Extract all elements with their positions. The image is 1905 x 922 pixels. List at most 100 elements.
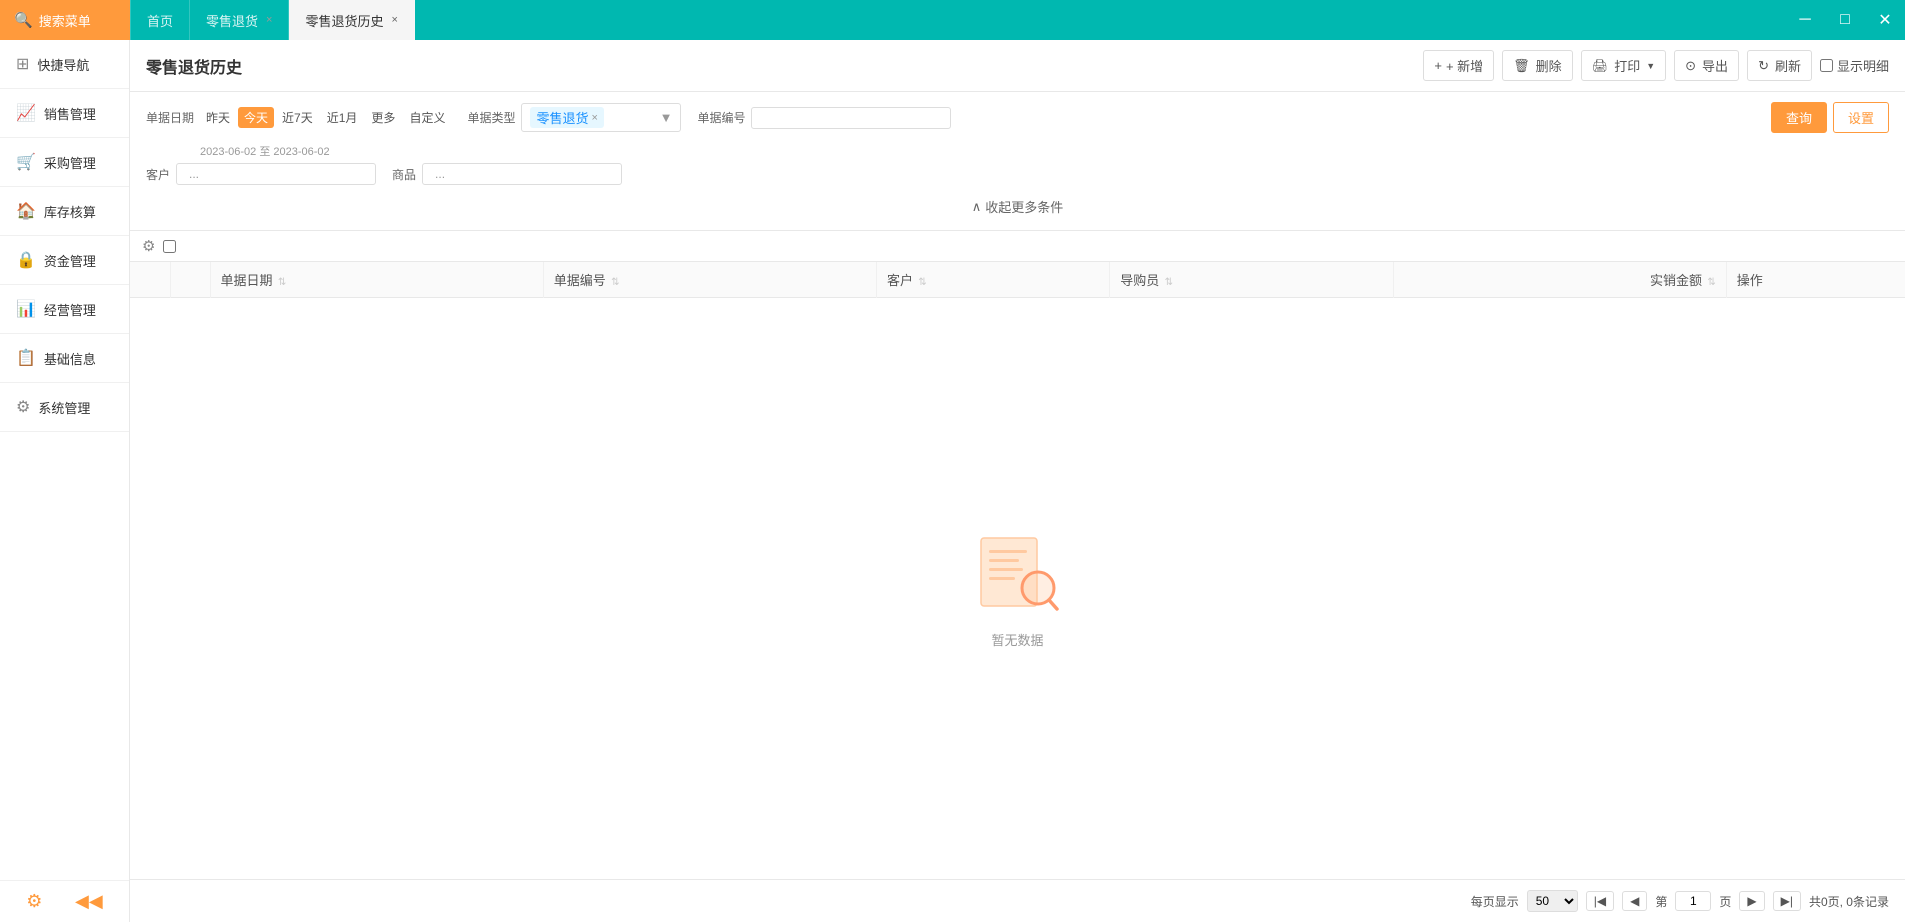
- date-btn-today[interactable]: 今天: [238, 107, 274, 128]
- col-actual-amount: 实销金额 ⇅: [1393, 262, 1726, 298]
- close-tab-retail-return-history[interactable]: ×: [391, 14, 397, 26]
- select-all-checkbox[interactable]: [163, 240, 176, 253]
- table-area: ⚙ 单据日期 ⇅ 单据编号: [130, 231, 1905, 879]
- collapse-button[interactable]: ∧ 收起更多条件: [146, 193, 1889, 220]
- filter-area: 单据日期 昨天 今天 近7天 近1月 更多 自定义 单据类型: [130, 92, 1905, 231]
- table-toolbar: ⚙: [130, 231, 1905, 262]
- page-input[interactable]: [1675, 891, 1711, 911]
- doc-type-label: 单据类型: [467, 109, 515, 126]
- page-label: 第: [1655, 893, 1667, 910]
- doc-no-input[interactable]: [751, 107, 951, 129]
- doc-no-label: 单据编号: [697, 109, 745, 126]
- inventory-icon: 🏠: [16, 201, 36, 221]
- sys-mgmt-icon: ⚙: [16, 397, 30, 417]
- sidebar-item-label: 库存核算: [44, 202, 96, 221]
- export-button[interactable]: ⊙ 导出: [1674, 50, 1739, 81]
- sort-doc-date-icon[interactable]: ⇅: [278, 277, 286, 288]
- export-icon: ⊙: [1685, 58, 1696, 74]
- volume-icon-btn[interactable]: ◀◀: [75, 891, 103, 912]
- date-btn-custom[interactable]: 自定义: [403, 107, 451, 128]
- col-guide: 导购员 ⇅: [1110, 262, 1393, 298]
- sort-doc-no-icon[interactable]: ⇅: [611, 277, 619, 288]
- col-settings: [130, 262, 170, 298]
- customer-select[interactable]: ...: [176, 163, 376, 185]
- prev-page-button[interactable]: ◀: [1622, 891, 1647, 911]
- finance-icon: 🔒: [16, 250, 36, 270]
- page-header: 零售退货历史 + + 新增 🗑 删除 🖨 打印 ▼ ⊙ 导出: [130, 40, 1905, 92]
- sidebar-item-finance[interactable]: 🔒 资金管理: [0, 236, 129, 285]
- date-label: 单据日期: [146, 109, 194, 126]
- base-info-icon: 📋: [16, 348, 36, 368]
- sidebar: ⊞ 快捷导航 📈 销售管理 🛒 采购管理 🏠 库存核算 🔒 资金管理 📊 经营管…: [0, 40, 130, 922]
- doc-no-filter: 单据编号: [697, 107, 951, 129]
- collapse-label: 收起更多条件: [985, 197, 1063, 216]
- per-page-select[interactable]: 102050100: [1527, 890, 1578, 912]
- next-page-button[interactable]: ▶: [1739, 891, 1764, 911]
- empty-svg: [973, 528, 1063, 618]
- purchase-mgmt-icon: 🛒: [16, 152, 36, 172]
- refresh-button[interactable]: ↻ 刷新: [1747, 50, 1812, 81]
- tab-list: 首页 零售退货 × 零售退货历史 ×: [130, 0, 415, 40]
- col-customer: 客户 ⇅: [876, 262, 1109, 298]
- page-suffix: 页: [1719, 893, 1731, 910]
- filter-row-date-range: 2023-06-02 至 2023-06-02: [146, 141, 1889, 159]
- show-detail-checkbox-label[interactable]: 显示明细: [1820, 56, 1889, 75]
- close-tab-retail-return[interactable]: ×: [266, 14, 272, 26]
- print-button[interactable]: 🖨 打印 ▼: [1581, 50, 1666, 81]
- sidebar-item-quick-nav[interactable]: ⊞ 快捷导航: [0, 40, 129, 89]
- minimize-button[interactable]: ─: [1785, 0, 1825, 40]
- settings-button[interactable]: 设置: [1833, 102, 1889, 133]
- sort-customer-icon[interactable]: ⇅: [918, 277, 926, 288]
- col-actions: 操作: [1726, 262, 1905, 298]
- sidebar-item-label: 经营管理: [44, 300, 96, 319]
- settings-icon-btn[interactable]: ⚙: [26, 891, 42, 912]
- sidebar-item-sys-mgmt[interactable]: ⚙ 系统管理: [0, 383, 129, 432]
- customer-ellipsis: ...: [185, 167, 203, 181]
- sidebar-item-operations[interactable]: 📊 经营管理: [0, 285, 129, 334]
- print-icon: 🖨: [1592, 58, 1609, 74]
- delete-icon: 🗑: [1513, 58, 1530, 74]
- goods-label: 商品: [392, 166, 416, 183]
- search-icon: 🔍: [14, 11, 33, 29]
- sidebar-item-label: 基础信息: [44, 349, 96, 368]
- query-button[interactable]: 查询: [1771, 102, 1827, 133]
- content-area: 零售退货历史 + + 新增 🗑 删除 🖨 打印 ▼ ⊙ 导出: [130, 40, 1905, 922]
- filter-row-1: 单据日期 昨天 今天 近7天 近1月 更多 自定义 单据类型: [146, 102, 1889, 133]
- date-btn-yesterday[interactable]: 昨天: [200, 107, 236, 128]
- collapse-up-icon: ∧: [972, 199, 982, 215]
- main-layout: ⊞ 快捷导航 📈 销售管理 🛒 采购管理 🏠 库存核算 🔒 资金管理 📊 经营管…: [0, 40, 1905, 922]
- sidebar-item-sales-mgmt[interactable]: 📈 销售管理: [0, 89, 129, 138]
- per-page-label: 每页显示: [1471, 893, 1519, 910]
- doc-type-select[interactable]: 零售退货 × ▼: [521, 103, 681, 132]
- sort-actual-amount-icon[interactable]: ⇅: [1707, 277, 1715, 288]
- tab-retail-return[interactable]: 零售退货 ×: [190, 0, 289, 40]
- tab-home[interactable]: 首页: [130, 0, 190, 40]
- print-dropdown-icon: ▼: [1646, 61, 1655, 71]
- last-page-button[interactable]: ▶|: [1773, 891, 1801, 911]
- goods-select[interactable]: ...: [422, 163, 622, 185]
- sidebar-item-base-info[interactable]: 📋 基础信息: [0, 334, 129, 383]
- window-close-button[interactable]: ✕: [1865, 0, 1905, 40]
- sidebar-item-label: 系统管理: [38, 398, 90, 417]
- sort-guide-icon[interactable]: ⇅: [1165, 277, 1173, 288]
- maximize-button[interactable]: □: [1825, 0, 1865, 40]
- tab-retail-return-history[interactable]: 零售退货历史 ×: [289, 0, 414, 40]
- search-area[interactable]: 🔍 搜索菜单: [0, 0, 130, 40]
- date-btn-7days[interactable]: 近7天: [276, 107, 319, 128]
- delete-button[interactable]: 🗑 删除: [1502, 50, 1573, 81]
- show-detail-checkbox[interactable]: [1820, 59, 1833, 72]
- sidebar-item-purchase-mgmt[interactable]: 🛒 采购管理: [0, 138, 129, 187]
- date-btn-1month[interactable]: 近1月: [321, 107, 364, 128]
- filter-row-2: 客户 ... 商品 ...: [146, 163, 1889, 185]
- doc-type-tag-close[interactable]: ×: [591, 112, 597, 124]
- sidebar-item-label: 资金管理: [44, 251, 96, 270]
- date-btn-more[interactable]: 更多: [365, 107, 401, 128]
- sidebar-item-inventory[interactable]: 🏠 库存核算: [0, 187, 129, 236]
- sidebar-item-label: 销售管理: [44, 104, 96, 123]
- data-table: 单据日期 ⇅ 单据编号 ⇅ 客户 ⇅: [130, 262, 1905, 298]
- top-bar: 🔍 搜索菜单 首页 零售退货 × 零售退货历史 × ─ □ ✕: [0, 0, 1905, 40]
- column-settings-icon[interactable]: ⚙: [142, 237, 155, 255]
- col-doc-no: 单据编号 ⇅: [543, 262, 876, 298]
- first-page-button[interactable]: |◀: [1586, 891, 1614, 911]
- add-button[interactable]: + + 新增: [1423, 50, 1494, 81]
